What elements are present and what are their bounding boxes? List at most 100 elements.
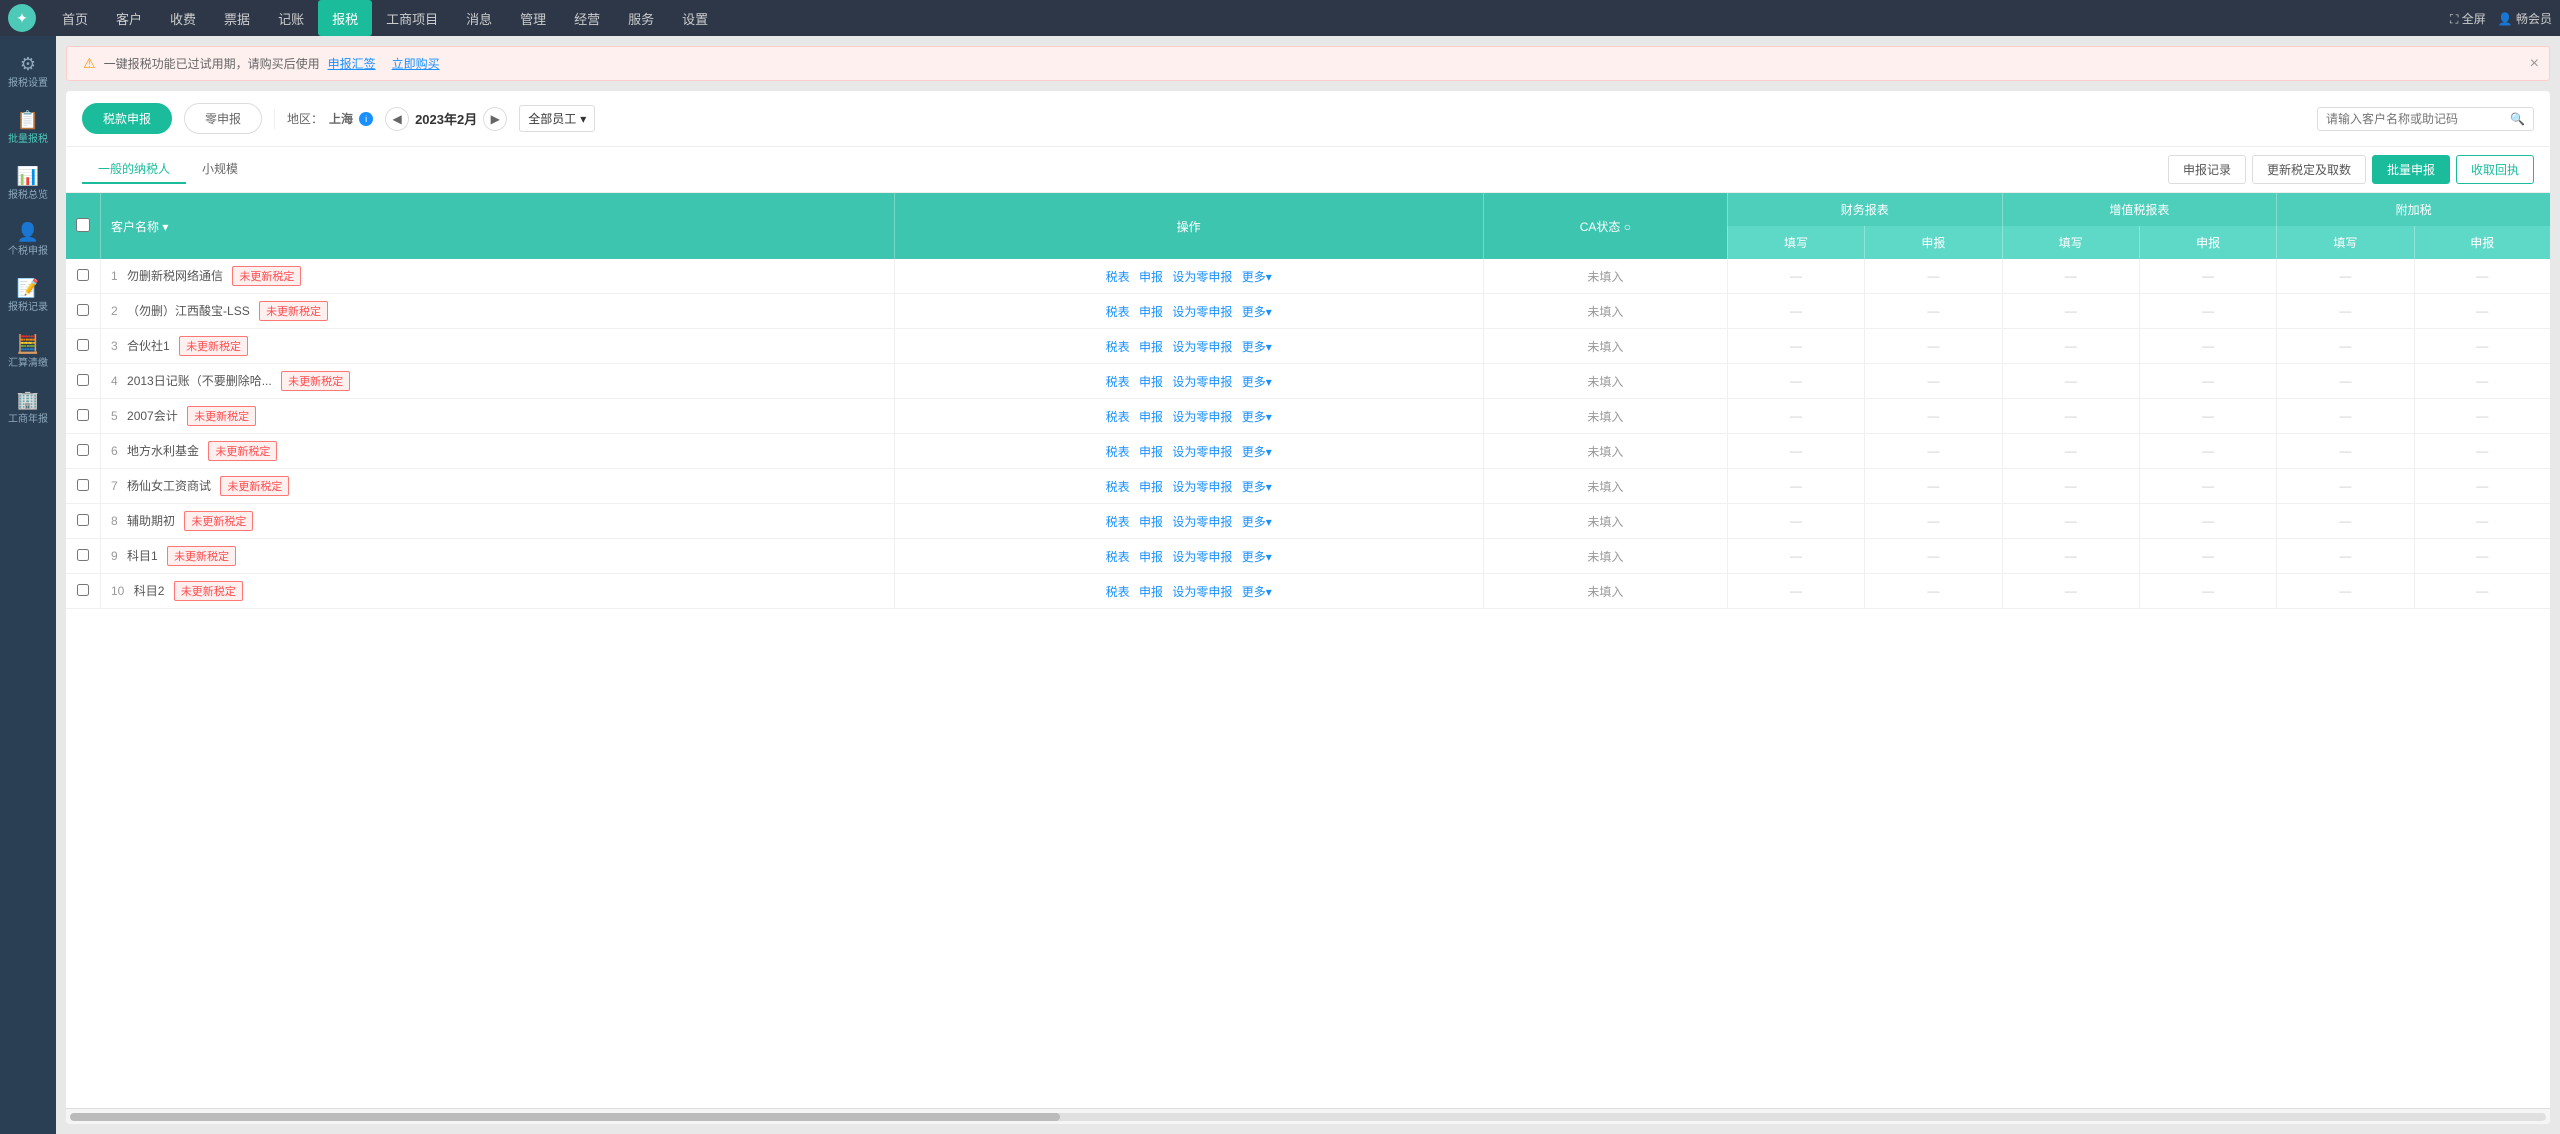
row-checkbox-cell[interactable] xyxy=(66,574,101,609)
op-zero-declare[interactable]: 设为零申报 xyxy=(1172,480,1232,494)
nav-fee[interactable]: 收费 xyxy=(156,0,210,36)
banner-link2[interactable]: 立即购买 xyxy=(392,55,440,72)
nav-settings[interactable]: 设置 xyxy=(668,0,722,36)
nav-message[interactable]: 消息 xyxy=(452,0,506,36)
sidebar-item-personal-tax[interactable]: 👤 个税申报 xyxy=(0,212,56,268)
op-tax-table[interactable]: 税表 xyxy=(1106,480,1130,494)
op-zero-declare[interactable]: 设为零申报 xyxy=(1172,515,1232,529)
row-checkbox-cell[interactable] xyxy=(66,329,101,364)
op-zero-declare[interactable]: 设为零申报 xyxy=(1172,445,1232,459)
row-checkbox[interactable] xyxy=(77,479,89,491)
banner-close-btn[interactable]: × xyxy=(2530,55,2539,73)
op-tax-table[interactable]: 税表 xyxy=(1106,515,1130,529)
info-icon[interactable]: i xyxy=(359,112,373,126)
op-declare[interactable]: 申报 xyxy=(1139,270,1163,284)
op-more[interactable]: 更多▾ xyxy=(1242,340,1272,354)
op-declare[interactable]: 申报 xyxy=(1139,550,1163,564)
sidebar-item-annual-report[interactable]: 🏢 工商年报 xyxy=(0,380,56,436)
row-checkbox-cell[interactable] xyxy=(66,294,101,329)
op-zero-declare[interactable]: 设为零申报 xyxy=(1172,550,1232,564)
nav-service[interactable]: 服务 xyxy=(614,0,668,36)
prev-month-btn[interactable]: ◀ xyxy=(385,107,409,131)
fullscreen-btn[interactable]: ⛶ 全屏 xyxy=(2450,10,2486,27)
op-zero-declare[interactable]: 设为零申报 xyxy=(1172,375,1232,389)
op-more[interactable]: 更多▾ xyxy=(1242,550,1272,564)
row-checkbox[interactable] xyxy=(77,584,89,596)
sidebar-item-settlement[interactable]: 🧮 汇算清缴 xyxy=(0,324,56,380)
op-declare[interactable]: 申报 xyxy=(1139,375,1163,389)
op-tax-table[interactable]: 税表 xyxy=(1106,550,1130,564)
op-more[interactable]: 更多▾ xyxy=(1242,375,1272,389)
row-checkbox-cell[interactable] xyxy=(66,539,101,574)
op-declare[interactable]: 申报 xyxy=(1139,480,1163,494)
op-more[interactable]: 更多▾ xyxy=(1242,270,1272,284)
sort-icon[interactable]: ▾ xyxy=(162,220,168,234)
sidebar-item-batch-tax[interactable]: 📋 批量报税 xyxy=(0,100,56,156)
tab-general-taxpayer[interactable]: 一般的纳税人 xyxy=(82,155,186,184)
op-tax-table[interactable]: 税表 xyxy=(1106,585,1130,599)
search-input[interactable] xyxy=(2326,112,2506,126)
declare-record-btn[interactable]: 申报记录 xyxy=(2168,155,2246,184)
op-declare[interactable]: 申报 xyxy=(1139,585,1163,599)
member-btn[interactable]: 👤 畅会员 xyxy=(2498,10,2552,27)
nav-tax[interactable]: 报税 xyxy=(318,0,372,36)
op-more[interactable]: 更多▾ xyxy=(1242,515,1272,529)
nav-accounting[interactable]: 记账 xyxy=(264,0,318,36)
op-more[interactable]: 更多▾ xyxy=(1242,410,1272,424)
nav-home[interactable]: 首页 xyxy=(48,0,102,36)
tab-zero-declare[interactable]: 零申报 xyxy=(184,103,262,134)
op-more[interactable]: 更多▾ xyxy=(1242,445,1272,459)
row-checkbox[interactable] xyxy=(77,514,89,526)
op-more[interactable]: 更多▾ xyxy=(1242,305,1272,319)
row-checkbox[interactable] xyxy=(77,269,89,281)
op-zero-declare[interactable]: 设为零申报 xyxy=(1172,585,1232,599)
nav-operation[interactable]: 经营 xyxy=(560,0,614,36)
search-icon[interactable]: 🔍 xyxy=(2510,112,2525,126)
op-more[interactable]: 更多▾ xyxy=(1242,480,1272,494)
sidebar-item-tax-settings[interactable]: ⚙ 报税设置 xyxy=(0,44,56,100)
op-zero-declare[interactable]: 设为零申报 xyxy=(1172,305,1232,319)
row-checkbox[interactable] xyxy=(77,549,89,561)
nav-customer[interactable]: 客户 xyxy=(102,0,156,36)
row-checkbox-cell[interactable] xyxy=(66,469,101,504)
op-zero-declare[interactable]: 设为零申报 xyxy=(1172,410,1232,424)
row-checkbox-cell[interactable] xyxy=(66,434,101,469)
nav-bill[interactable]: 票据 xyxy=(210,0,264,36)
op-tax-table[interactable]: 税表 xyxy=(1106,445,1130,459)
op-zero-declare[interactable]: 设为零申报 xyxy=(1172,270,1232,284)
op-declare[interactable]: 申报 xyxy=(1139,515,1163,529)
row-checkbox-cell[interactable] xyxy=(66,504,101,539)
op-declare[interactable]: 申报 xyxy=(1139,305,1163,319)
row-checkbox[interactable] xyxy=(77,304,89,316)
op-declare[interactable]: 申报 xyxy=(1139,410,1163,424)
op-tax-table[interactable]: 税表 xyxy=(1106,270,1130,284)
next-month-btn[interactable]: ▶ xyxy=(483,107,507,131)
row-checkbox-cell[interactable] xyxy=(66,259,101,294)
banner-link1[interactable]: 申报汇签 xyxy=(328,55,376,72)
tab-small-scale[interactable]: 小规模 xyxy=(186,155,254,184)
row-checkbox[interactable] xyxy=(77,339,89,351)
dept-select[interactable]: 全部员工 ▾ xyxy=(519,105,595,132)
nav-manage[interactable]: 管理 xyxy=(506,0,560,36)
row-checkbox-cell[interactable] xyxy=(66,364,101,399)
op-tax-table[interactable]: 税表 xyxy=(1106,375,1130,389)
select-all-checkbox[interactable] xyxy=(76,218,90,232)
row-checkbox[interactable] xyxy=(77,444,89,456)
op-tax-table[interactable]: 税表 xyxy=(1106,410,1130,424)
row-checkbox[interactable] xyxy=(77,374,89,386)
row-checkbox-cell[interactable] xyxy=(66,399,101,434)
op-zero-declare[interactable]: 设为零申报 xyxy=(1172,340,1232,354)
op-declare[interactable]: 申报 xyxy=(1139,340,1163,354)
row-checkbox[interactable] xyxy=(77,409,89,421)
nav-business[interactable]: 工商项目 xyxy=(372,0,452,36)
batch-declare-btn[interactable]: 批量申报 xyxy=(2372,155,2450,184)
tab-tax-declare[interactable]: 税款申报 xyxy=(82,103,172,134)
sidebar-item-tax-record[interactable]: 📝 报税记录 xyxy=(0,268,56,324)
op-tax-table[interactable]: 税表 xyxy=(1106,305,1130,319)
sidebar-item-tax-overview[interactable]: 📊 报税总览 xyxy=(0,156,56,212)
op-more[interactable]: 更多▾ xyxy=(1242,585,1272,599)
scroll-bar[interactable] xyxy=(66,1108,2550,1124)
update-tax-btn[interactable]: 更新税定及取数 xyxy=(2252,155,2366,184)
op-declare[interactable]: 申报 xyxy=(1139,445,1163,459)
op-tax-table[interactable]: 税表 xyxy=(1106,340,1130,354)
